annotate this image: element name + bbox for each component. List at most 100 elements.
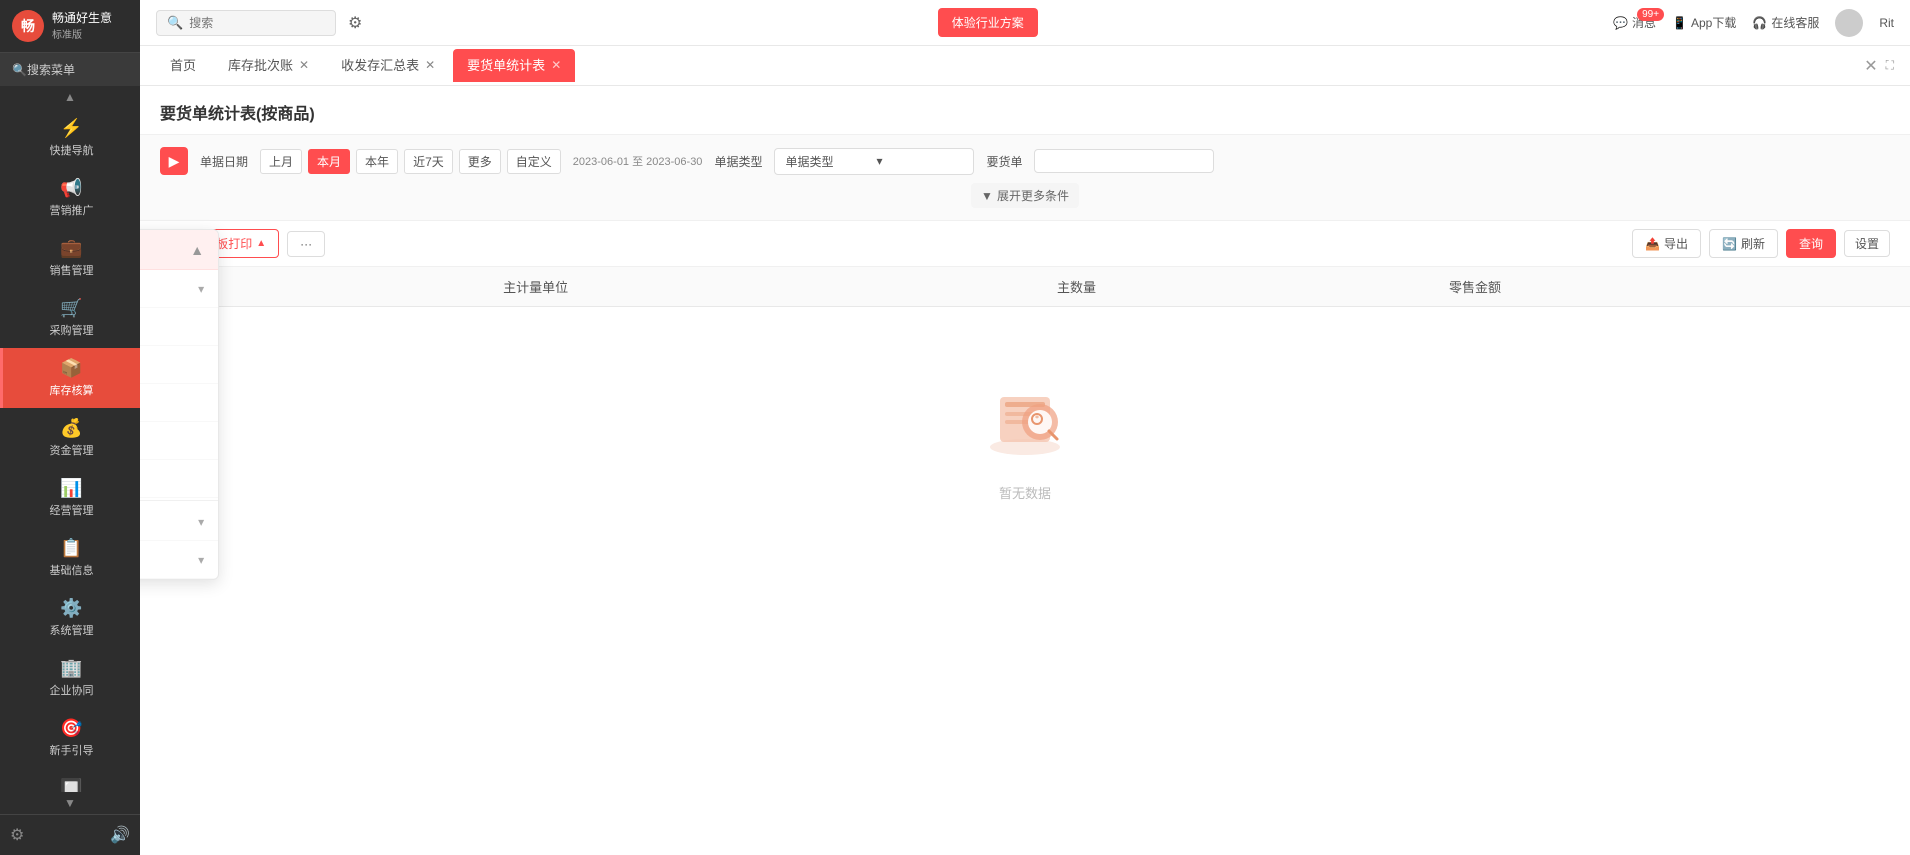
topbar-search-icon: 🔍 (167, 15, 183, 31)
type-select-placeholder: 单据类型 (785, 153, 872, 170)
sidebar-item-operations[interactable]: 📊 经营管理 (0, 468, 140, 528)
display-print-label: 按显示打印 (140, 512, 188, 531)
sidebar-item-label: 快捷导航 (50, 142, 94, 158)
display-print-arrow: ▾ (198, 515, 204, 529)
empty-state: 暂无数据 (140, 307, 1910, 562)
dropdown-template-design[interactable]: 🖼 模板自定义设计 (140, 384, 218, 422)
tab-receipt-summary[interactable]: 收发存汇总表 ✕ (327, 49, 449, 82)
message-badge[interactable]: 💬 消息 99+ (1613, 14, 1656, 31)
online-service-label: 在线客服 (1771, 14, 1819, 31)
filter-expand-toggle[interactable]: ▶ (160, 147, 188, 175)
print-btn-container: 🖨 按模板打印 ▲ 🖨 按模板打印 ▲ (160, 229, 279, 258)
sidebar-item-basics[interactable]: 📋 基础信息 (0, 528, 140, 588)
template-pdf-label: 按模板导出pdf (140, 469, 204, 488)
marketing-icon: 📢 (60, 178, 82, 199)
tabbar-close-all[interactable]: ✕ ⛶ (1864, 56, 1894, 76)
settings-button[interactable]: 设置 (1844, 230, 1890, 257)
dropdown-display-print[interactable]: 🖨 按显示打印 ▾ (140, 503, 218, 541)
sidebar-item-marketing[interactable]: 📢 营销推广 (0, 168, 140, 228)
dropdown-template-print[interactable]: 🖨 模板打印 (140, 308, 218, 346)
app-download[interactable]: 📱 App下载 (1672, 14, 1736, 31)
goods-filter-input[interactable] (1034, 149, 1214, 173)
bottom-sound-icon[interactable]: 🔊 (110, 825, 130, 845)
topbar-search-box[interactable]: 🔍 (156, 10, 336, 36)
sidebar-item-label: 销售管理 (50, 262, 94, 278)
sidebar-item-purchase[interactable]: 🛒 采购管理 (0, 288, 140, 348)
date-btn-custom[interactable]: 自定义 (507, 149, 561, 174)
export-button[interactable]: 📤 导出 (1632, 229, 1701, 258)
col-goods: 商品 (180, 267, 491, 307)
sidebar-search-label: 搜索菜单 (27, 61, 75, 78)
sidebar-search[interactable]: 🔍 搜索菜单 (0, 53, 140, 86)
filter-row-1: ▶ 单据日期 上月 本月 本年 近7天 更多 自定义 2023-06-01 至 … (160, 147, 1890, 175)
tab-home[interactable]: 首页 (156, 49, 210, 82)
dropdown-current-template[interactable]: 📄 当前：要货单统计表 ▾ (140, 270, 218, 308)
tab-receipt-summary-close[interactable]: ✕ (425, 58, 435, 72)
refresh-icon: 🔄 (1722, 237, 1737, 251)
refresh-label: 刷新 (1741, 235, 1765, 252)
sidebar-item-apps[interactable]: 🔲 应用中心 (0, 768, 140, 792)
sidebar-item-sales[interactable]: 💼 销售管理 (0, 228, 140, 288)
page-header: 要货单统计表(按商品) (140, 86, 1910, 135)
sidebar-item-finance[interactable]: 💰 资金管理 (0, 408, 140, 468)
dropdown-close-icon[interactable]: ▲ (190, 242, 204, 258)
date-btn-last-month[interactable]: 上月 (260, 149, 302, 174)
expand-more-label: 展开更多条件 (997, 187, 1069, 204)
dropdown-template-pdf[interactable]: 📄 按模板导出pdf (140, 460, 218, 498)
quick-nav-icon: ⚡ (60, 118, 82, 139)
tab-order-stats[interactable]: 要货单统计表 ✕ (453, 49, 575, 82)
col-unit: 主计量单位 (491, 267, 1045, 307)
goods-filter-label: 要货单 (986, 153, 1022, 170)
more-options-button[interactable]: ··· (287, 231, 325, 257)
search-icon: 🔍 (12, 63, 27, 77)
sidebar-item-label: 库存核算 (50, 382, 94, 398)
sidebar-item-quick-nav[interactable]: ⚡ 快捷导航 (0, 108, 140, 168)
date-btn-this-month[interactable]: 本月 (308, 149, 350, 174)
filter-bar: ▶ 单据日期 上月 本月 本年 近7天 更多 自定义 2023-06-01 至 … (140, 135, 1910, 221)
sidebar-item-guide[interactable]: 🎯 新手引导 (0, 708, 140, 768)
scroll-down[interactable]: ▼ (0, 792, 140, 814)
user-avatar[interactable] (1835, 9, 1863, 37)
scroll-up[interactable]: ▲ (0, 86, 140, 108)
tab-batch-account-close[interactable]: ✕ (299, 58, 309, 72)
topbar-settings-icon[interactable]: ⚙ (348, 13, 362, 33)
sidebar: 畅 畅通好生意 标准版 🔍 搜索菜单 ▲ ⚡ 快捷导航 📢 营销推广 💼 销售管… (0, 0, 140, 855)
query-label: 查询 (1799, 235, 1823, 252)
set-default-label: 设置默认功能 (140, 550, 188, 569)
operations-icon: 📊 (60, 478, 82, 499)
date-btn-7days[interactable]: 近7天 (404, 149, 453, 174)
sidebar-item-inventory[interactable]: 📦 库存核算 (0, 348, 140, 408)
expand-more-btn[interactable]: ▼ 展开更多条件 (971, 183, 1079, 208)
date-btn-this-year[interactable]: 本年 (356, 149, 398, 174)
trial-button[interactable]: 体验行业方案 (938, 8, 1038, 37)
type-filter-select[interactable]: 单据类型 ▾ (774, 148, 974, 175)
dropdown-template-preview[interactable]: 👁 模板预览 (140, 346, 218, 384)
date-range-buttons: 上月 本月 本年 近7天 更多 自定义 (260, 149, 561, 174)
data-table: ⚙ 商品 主计量单位 主数量 零售金额 (140, 267, 1910, 307)
type-select-arrow: ▾ (876, 154, 963, 168)
tab-batch-account[interactable]: 库存批次账 ✕ (214, 49, 323, 82)
apps-icon: 🔲 (60, 778, 82, 792)
inventory-icon: 📦 (60, 358, 82, 379)
refresh-button[interactable]: 🔄 刷新 (1709, 229, 1778, 258)
bottom-settings-icon[interactable]: ⚙ (10, 825, 24, 845)
date-btn-more[interactable]: 更多 (459, 149, 501, 174)
content-area: 要货单统计表(按商品) ▶ 单据日期 上月 本月 本年 近7天 更多 自定义 2… (140, 86, 1910, 855)
sidebar-nav: ⚡ 快捷导航 📢 营销推广 💼 销售管理 🛒 采购管理 📦 库存核算 💰 资金管… (0, 108, 140, 792)
enterprise-icon: 🏢 (60, 658, 82, 679)
topbar-search-input[interactable] (189, 16, 309, 30)
print-dropdown-arrow: ▲ (256, 238, 266, 249)
sidebar-item-system[interactable]: ⚙️ 系统管理 (0, 588, 140, 648)
expand-icon[interactable]: ⛶ (1886, 58, 1894, 73)
dropdown-set-default[interactable]: ⚙ 设置默认功能 ▾ (140, 541, 218, 579)
expand-arrow-icon: ▶ (169, 153, 180, 170)
sidebar-item-enterprise[interactable]: 🏢 企业协同 (0, 648, 140, 708)
query-button[interactable]: 查询 (1786, 229, 1836, 258)
export-icon: 📤 (1645, 237, 1660, 251)
online-service[interactable]: 🎧 在线客服 (1752, 14, 1819, 31)
dropdown-template-excel[interactable]: 📄 按模板导出excel (140, 422, 218, 460)
table-toolbar: 🖨 按模板打印 ▲ 🖨 按模板打印 ▲ (140, 221, 1910, 267)
expand-row: ▼ 展开更多条件 (160, 183, 1890, 208)
topbar-right: 💬 消息 99+ 📱 App下载 🎧 在线客服 Rit (1613, 9, 1894, 37)
tab-order-stats-close[interactable]: ✕ (551, 58, 561, 72)
